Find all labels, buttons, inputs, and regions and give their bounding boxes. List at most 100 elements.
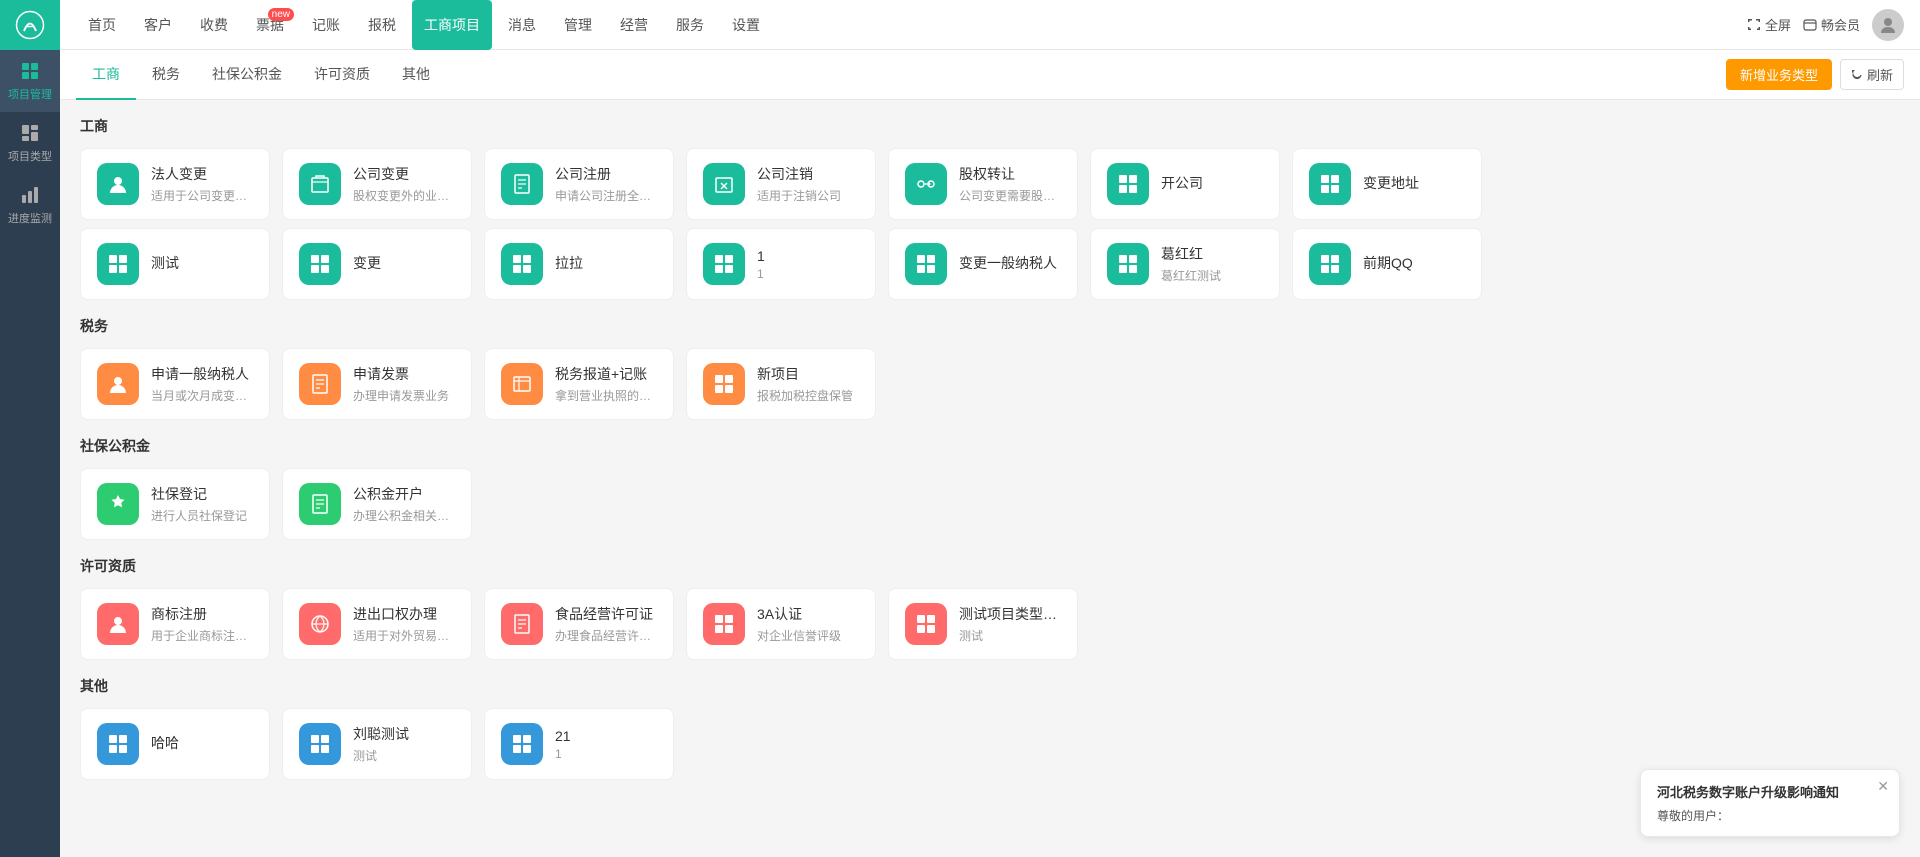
card-haha[interactable]: 哈哈 bbox=[80, 708, 270, 780]
sidebar-item-project-mgmt[interactable]: 项目管理 bbox=[0, 50, 60, 112]
license-cards: 商标注册 用于企业商标注册服务 进出口权办理 适用于对外贸易经营者 bbox=[80, 588, 1900, 660]
chart-icon bbox=[19, 184, 41, 206]
notification-close-button[interactable]: ✕ bbox=[1877, 778, 1889, 795]
card-name: 股权转让 bbox=[959, 164, 1061, 184]
card-name: 测试项目类型目定义 bbox=[959, 604, 1061, 624]
tab-tax[interactable]: 税务 bbox=[136, 50, 196, 100]
company-register-icon bbox=[501, 163, 543, 205]
card-desc: 公司变更需要股权转让 bbox=[959, 187, 1061, 204]
grid-icon bbox=[19, 60, 41, 82]
card-company-register[interactable]: 公司注册 申请公司注册全流程 bbox=[484, 148, 674, 220]
sidebar-label-project-mgmt: 项目管理 bbox=[8, 86, 52, 102]
sidebar-item-progress[interactable]: 进度监测 bbox=[0, 174, 60, 236]
card-open-company[interactable]: 开公司 bbox=[1090, 148, 1280, 220]
tab-industry[interactable]: 工商 bbox=[76, 50, 136, 100]
card-apply-invoice[interactable]: 申请发票 办理申请发票业务 bbox=[282, 348, 472, 420]
section-title-other: 其他 bbox=[80, 676, 1900, 696]
card-pre-qq[interactable]: 前期QQ bbox=[1292, 228, 1482, 300]
card-new-project[interactable]: 新项目 报税加税控盘保管 bbox=[686, 348, 876, 420]
card-tax-report[interactable]: 税务报道+记账 拿到营业执照的新公司 bbox=[484, 348, 674, 420]
invoice-badge: new bbox=[268, 8, 294, 21]
nav-operation[interactable]: 经营 bbox=[608, 0, 660, 50]
card-desc: 适用于注销公司 bbox=[757, 187, 859, 204]
member-button[interactable]: 畅会员 bbox=[1803, 15, 1860, 34]
section-title-tax: 税务 bbox=[80, 316, 1900, 336]
card-desc: 用于企业商标注册服务 bbox=[151, 627, 253, 644]
industry-cards-row2: 测试 变更 拉拉 bbox=[80, 228, 1900, 300]
pre-qq-icon bbox=[1309, 243, 1351, 285]
card-desc: 适用于对外贸易经营者 bbox=[353, 627, 455, 644]
nav-management[interactable]: 管理 bbox=[552, 0, 604, 50]
refresh-button[interactable]: 刷新 bbox=[1840, 59, 1904, 90]
card-lala[interactable]: 拉拉 bbox=[484, 228, 674, 300]
card-one[interactable]: 1 1 bbox=[686, 228, 876, 300]
nav-accounting[interactable]: 记账 bbox=[300, 0, 352, 50]
sidebar-logo bbox=[0, 0, 60, 50]
apply-taxpayer-icon bbox=[97, 363, 139, 405]
card-change-taxpayer[interactable]: 变更一般纳税人 bbox=[888, 228, 1078, 300]
change-icon bbox=[299, 243, 341, 285]
user-avatar[interactable] bbox=[1872, 9, 1904, 41]
card-desc: 测试 bbox=[959, 627, 1061, 644]
other-cards: 哈哈 刘聪测试 测试 bbox=[80, 708, 1900, 780]
nav-customer[interactable]: 客户 bbox=[132, 0, 184, 50]
legal-change-icon bbox=[97, 163, 139, 205]
card-3a-cert[interactable]: 3A认证 对企业信誉评级 bbox=[686, 588, 876, 660]
sidebar-item-project-type[interactable]: 项目类型 bbox=[0, 112, 60, 174]
import-export-icon bbox=[299, 603, 341, 645]
card-apply-taxpayer[interactable]: 申请一般纳税人 当月或次月成变更完成 bbox=[80, 348, 270, 420]
nav-settings[interactable]: 设置 bbox=[720, 0, 772, 50]
card-fund-open[interactable]: 公积金开户 办理公积金相关业务 bbox=[282, 468, 472, 540]
equity-icon bbox=[905, 163, 947, 205]
card-desc: 拿到营业执照的新公司 bbox=[555, 387, 657, 404]
nav-tax[interactable]: 报税 bbox=[356, 0, 408, 50]
card-name: 1 bbox=[757, 248, 859, 264]
nav-service[interactable]: 服务 bbox=[664, 0, 716, 50]
card-change[interactable]: 变更 bbox=[282, 228, 472, 300]
content-area: 工商 税务 社保公积金 许可资质 其他 新增业务类型 刷新 工商 bbox=[60, 50, 1920, 857]
sidebar-label-progress: 进度监测 bbox=[8, 210, 52, 226]
trademark-icon bbox=[97, 603, 139, 645]
nav-home[interactable]: 首页 bbox=[76, 0, 128, 50]
card-trademark[interactable]: 商标注册 用于企业商标注册服务 bbox=[80, 588, 270, 660]
card-import-export[interactable]: 进出口权办理 适用于对外贸易经营者 bbox=[282, 588, 472, 660]
card-name: 税务报道+记账 bbox=[555, 364, 657, 384]
category-icon bbox=[19, 122, 41, 144]
card-desc: 办理公积金相关业务 bbox=[353, 507, 455, 524]
haha-icon bbox=[97, 723, 139, 765]
card-food-license[interactable]: 食品经营许可证 办理食品经营许可证 bbox=[484, 588, 674, 660]
card-name: 开公司 bbox=[1161, 173, 1263, 193]
nav-billing[interactable]: 收费 bbox=[188, 0, 240, 50]
industry-cards: 法人变更 适用于公司变更法人 公司变更 股权变更外的业务变更 bbox=[80, 148, 1900, 220]
card-change-address[interactable]: 变更地址 bbox=[1292, 148, 1482, 220]
nav-message[interactable]: 消息 bbox=[496, 0, 548, 50]
card-desc: 办理申请发票业务 bbox=[353, 387, 455, 404]
fullscreen-button[interactable]: 全屏 bbox=[1747, 15, 1791, 34]
nav-invoice[interactable]: 票据 new bbox=[244, 0, 296, 50]
card-test[interactable]: 测试 bbox=[80, 228, 270, 300]
card-ge-honghong[interactable]: 葛红红 葛红红测试 bbox=[1090, 228, 1280, 300]
tab-social[interactable]: 社保公积金 bbox=[196, 50, 298, 100]
new-type-button[interactable]: 新增业务类型 bbox=[1726, 59, 1832, 90]
card-name: 公司注销 bbox=[757, 164, 859, 184]
test-project-icon bbox=[905, 603, 947, 645]
card-name: 哈哈 bbox=[151, 733, 253, 753]
card-liu-ce-test[interactable]: 刘聪测试 测试 bbox=[282, 708, 472, 780]
tab-license[interactable]: 许可资质 bbox=[298, 50, 386, 100]
card-name: 社保登记 bbox=[151, 484, 253, 504]
fullscreen-label: 全屏 bbox=[1765, 15, 1791, 34]
card-legal-change[interactable]: 法人变更 适用于公司变更法人 bbox=[80, 148, 270, 220]
card-name: 公司注册 bbox=[555, 164, 657, 184]
card-social-register[interactable]: 社保登记 进行人员社保登记 bbox=[80, 468, 270, 540]
top-nav: 首页 客户 收费 票据 new 记账 报税 工商项目 消息 管理 经营 服务 设… bbox=[60, 0, 1920, 50]
card-equity-transfer[interactable]: 股权转让 公司变更需要股权转让 bbox=[888, 148, 1078, 220]
card-name: 前期QQ bbox=[1363, 253, 1465, 273]
card-company-cancel[interactable]: 公司注销 适用于注销公司 bbox=[686, 148, 876, 220]
tab-other[interactable]: 其他 bbox=[386, 50, 446, 100]
company-change-icon bbox=[299, 163, 341, 205]
card-company-change[interactable]: 公司变更 股权变更外的业务变更 bbox=[282, 148, 472, 220]
nav-industry[interactable]: 工商项目 bbox=[412, 0, 492, 50]
card-test-project[interactable]: 测试项目类型目定义 测试 bbox=[888, 588, 1078, 660]
card-twenty-one[interactable]: 21 1 bbox=[484, 708, 674, 780]
card-name: 变更 bbox=[353, 253, 455, 273]
